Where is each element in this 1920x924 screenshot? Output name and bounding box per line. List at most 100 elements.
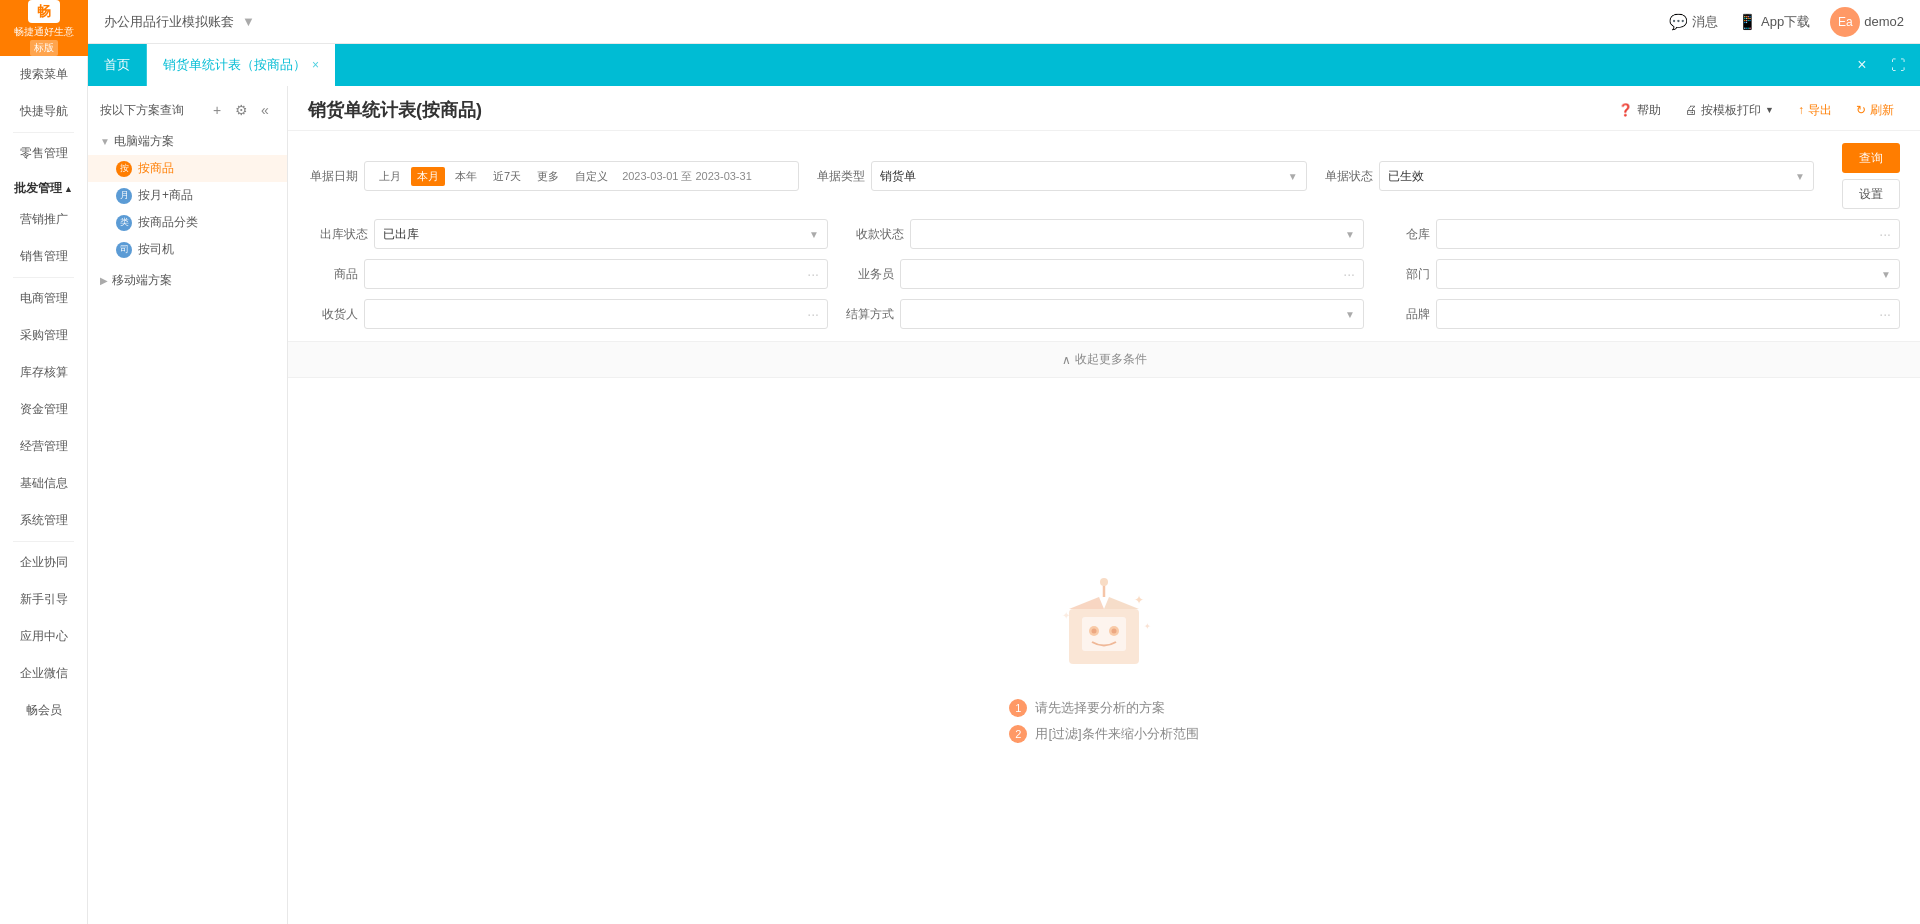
sidebar-item-marketing[interactable]: 营销推广 xyxy=(0,201,88,238)
app-download-action[interactable]: 📱 App下载 xyxy=(1738,13,1810,31)
sidebar-item-system-mgmt[interactable]: 系统管理 xyxy=(0,502,88,539)
date-range-text: 2023-03-01 至 2023-03-31 xyxy=(622,169,752,184)
tab-fullscreen-btn[interactable]: ⛶ xyxy=(1884,51,1912,79)
sidebar-item-finance-mgmt[interactable]: 资金管理 xyxy=(0,391,88,428)
header-actions: 💬 消息 📱 App下载 Ea demo2 xyxy=(1669,7,1904,37)
add-scheme-btn[interactable]: + xyxy=(207,100,227,120)
department-label: 部门 xyxy=(1380,266,1430,283)
print-icon: 🖨 xyxy=(1685,103,1697,117)
sidebar-item-quick-nav[interactable]: 快捷导航 xyxy=(0,93,88,130)
content-area: 按以下方案查询 + ⚙ « ▼ 电脑端方案 按 按商品 月 按月+ xyxy=(88,86,1920,924)
warehouse-status-label: 出库状态 xyxy=(308,226,368,243)
tip-num-2: 2 xyxy=(1009,725,1027,743)
payment-status-select[interactable]: ▼ xyxy=(910,219,1364,249)
date-tabs: 上月 本月 本年 近7天 更多 自定义 xyxy=(373,167,614,186)
edit-scheme-btn[interactable]: ⚙ xyxy=(231,100,251,120)
tab-close-window-btn[interactable]: × xyxy=(1848,51,1876,79)
tab-home[interactable]: 首页 xyxy=(88,44,147,86)
tree-node-by-printer[interactable]: 司 按司机 xyxy=(88,236,287,263)
message-action[interactable]: 💬 消息 xyxy=(1669,13,1718,31)
recipient-input[interactable]: ··· xyxy=(364,299,828,329)
sidebar-item-sales-mgmt[interactable]: 销售管理 xyxy=(0,238,88,275)
sidebar-item-app-center[interactable]: 应用中心 xyxy=(0,618,88,655)
empty-tip-1: 1 请先选择要分析的方案 xyxy=(1009,699,1198,717)
sidebar-item-enterprise-collab[interactable]: 企业协同 xyxy=(0,544,88,581)
date-tab-more[interactable]: 更多 xyxy=(531,167,565,186)
sidebar-item-search-menu[interactable]: 搜索菜单 xyxy=(0,56,88,93)
message-icon: 💬 xyxy=(1669,13,1688,31)
filter-settlement-item: 结算方式 ▼ xyxy=(844,299,1364,329)
left-panel-actions: + ⚙ « xyxy=(207,100,275,120)
date-tab-custom[interactable]: 自定义 xyxy=(569,167,614,186)
sidebar-item-new-guide[interactable]: 新手引导 xyxy=(0,581,88,618)
date-tab-current-month[interactable]: 本月 xyxy=(411,167,445,186)
settlement-label: 结算方式 xyxy=(844,306,894,323)
recipient-label: 收货人 xyxy=(308,306,358,323)
department-select[interactable]: ▼ xyxy=(1436,259,1900,289)
filter-product-item: 商品 ··· xyxy=(308,259,828,289)
date-label: 单据日期 xyxy=(308,168,358,185)
filter-row-2: 出库状态 已出库 ▼ 收款状态 ▼ 仓库 xyxy=(308,219,1900,249)
recipient-dots-icon: ··· xyxy=(807,306,819,322)
tab-active[interactable]: 销货单统计表（按商品） × xyxy=(147,44,335,86)
tree-node-by-product[interactable]: 按 按商品 xyxy=(88,155,287,182)
doc-type-select[interactable]: 销货单 ▼ xyxy=(871,161,1306,191)
sidebar-item-ops-mgmt[interactable]: 经营管理 xyxy=(0,428,88,465)
product-dots-icon: ··· xyxy=(807,266,819,282)
empty-tip-2: 2 用[过滤]条件来缩小分析范围 xyxy=(1009,725,1198,743)
brand-input[interactable]: ··· xyxy=(1436,299,1900,329)
warehouse-input[interactable]: ··· xyxy=(1436,219,1900,249)
filter-buttons: 查询 设置 xyxy=(1842,143,1900,209)
collapse-bar[interactable]: ∧ 收起更多条件 xyxy=(288,342,1920,378)
warehouse-status-select[interactable]: 已出库 ▼ xyxy=(374,219,828,249)
tree-node-by-category[interactable]: 类 按商品分类 xyxy=(88,209,287,236)
warehouse-label: 仓库 xyxy=(1380,226,1430,243)
filter-brand-item: 品牌 ··· xyxy=(1380,299,1900,329)
filter-row-1: 单据日期 上月 本月 本年 近7天 更多 自定义 2023-03-01 至 20… xyxy=(308,143,1900,209)
sidebar-item-vip-member[interactable]: 畅会员 xyxy=(0,692,88,729)
workspace-dropdown-icon[interactable]: ▼ xyxy=(242,14,255,29)
tree-node-by-month-product[interactable]: 月 按月+商品 xyxy=(88,182,287,209)
help-btn[interactable]: ❓ 帮助 xyxy=(1612,99,1667,122)
sidebar-item-inventory[interactable]: 库存核算 xyxy=(0,354,88,391)
print-btn[interactable]: 🖨 按模板打印 xyxy=(1679,99,1780,122)
svg-point-7 xyxy=(1100,578,1108,586)
query-button[interactable]: 查询 xyxy=(1842,143,1900,173)
settlement-select[interactable]: ▼ xyxy=(900,299,1364,329)
date-tab-last-month[interactable]: 上月 xyxy=(373,167,407,186)
refresh-btn[interactable]: ↻ 刷新 xyxy=(1850,99,1900,122)
export-btn[interactable]: ↑ 导出 xyxy=(1792,99,1838,122)
date-tab-current-year[interactable]: 本年 xyxy=(449,167,483,186)
date-tab-7days[interactable]: 近7天 xyxy=(487,167,527,186)
filter-doc-status-item: 单据状态 已生效 ▼ xyxy=(1323,161,1814,191)
app-subtitle: 标版 xyxy=(30,40,58,56)
desktop-section-title[interactable]: ▼ 电脑端方案 xyxy=(88,128,287,155)
filter-salesperson-item: 业务员 ··· xyxy=(844,259,1364,289)
username: demo2 xyxy=(1864,14,1904,29)
filter-payment-status-item: 收款状态 ▼ xyxy=(844,219,1364,249)
salesperson-input[interactable]: ··· xyxy=(900,259,1364,289)
collapse-panel-btn[interactable]: « xyxy=(255,100,275,120)
tab-close-icon[interactable]: × xyxy=(312,58,319,72)
top-header: 办公用品行业模拟账套 ▼ 💬 消息 📱 App下载 Ea demo2 xyxy=(88,0,1920,44)
empty-state: ✦ ✦ ✦ 1 请先选择要分析的方案 2 用[过滤]条件来缩小分析范围 xyxy=(288,378,1920,924)
sidebar-item-wholesale-mgmt[interactable]: 批发管理 ▲ xyxy=(0,172,88,201)
sidebar-item-base-info[interactable]: 基础信息 xyxy=(0,465,88,502)
user-profile-action[interactable]: Ea demo2 xyxy=(1830,7,1904,37)
sidebar-item-purchase-mgmt[interactable]: 采购管理 xyxy=(0,317,88,354)
product-label: 商品 xyxy=(308,266,358,283)
mobile-section-title[interactable]: ▶ 移动端方案 xyxy=(88,267,287,294)
doc-type-arrow-icon: ▼ xyxy=(1288,171,1298,182)
filter-warehouse-item: 仓库 ··· xyxy=(1380,219,1900,249)
date-range-picker[interactable]: 上月 本月 本年 近7天 更多 自定义 2023-03-01 至 2023-03… xyxy=(364,161,799,191)
chevron-up-icon: ▲ xyxy=(64,184,73,194)
sidebar-item-retail-mgmt[interactable]: 零售管理 xyxy=(0,135,88,172)
sidebar-item-enterprise-wechat[interactable]: 企业微信 xyxy=(0,655,88,692)
app-logo[interactable]: 畅 畅捷通好生意 标版 xyxy=(0,0,88,56)
sidebar-item-ecommerce-mgmt[interactable]: 电商管理 xyxy=(0,280,88,317)
product-input[interactable]: ··· xyxy=(364,259,828,289)
doc-status-select[interactable]: 已生效 ▼ xyxy=(1379,161,1814,191)
svg-text:✦: ✦ xyxy=(1144,622,1151,631)
node-icon-by-month: 月 xyxy=(116,188,132,204)
settings-button[interactable]: 设置 xyxy=(1842,179,1900,209)
